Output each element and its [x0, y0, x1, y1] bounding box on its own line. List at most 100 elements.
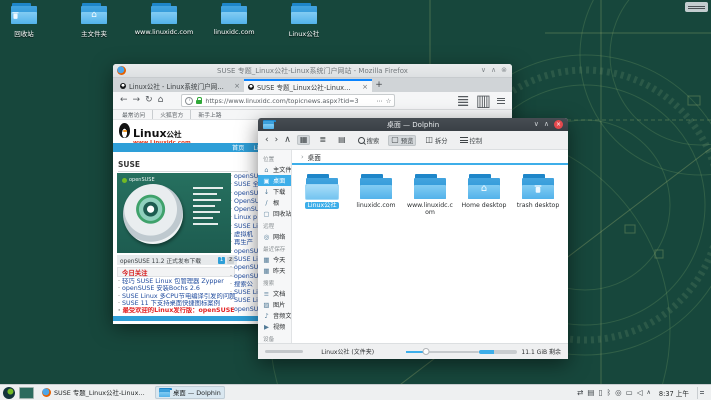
desktop-icon-www-linuxidc[interactable]: www.linuxidc.com [132, 3, 196, 38]
tab-suse-topic[interactable]: SUSE 专题_Linux公社-Linux… × [244, 79, 372, 92]
site-nav-item[interactable]: 首页 [232, 143, 244, 152]
bluetooth-icon[interactable]: ᛒ [607, 389, 612, 397]
breadcrumb[interactable]: › 桌面 [292, 150, 568, 165]
recent-today[interactable]: ▦今天 [258, 254, 291, 265]
folder-trash-icon [11, 3, 37, 24]
preview-icon: ▢ [391, 136, 399, 144]
place-downloads[interactable]: ↓下载 [258, 186, 291, 197]
tab-close-icon[interactable]: × [362, 83, 368, 91]
dolphin-titlebar[interactable]: 桌面 — Dolphin ∨ ∧ × [258, 118, 568, 131]
forward-icon[interactable]: → [133, 96, 141, 105]
sidebar-toggle-icon[interactable]: ▥ [476, 91, 491, 110]
file-linuxidc[interactable]: linuxidc.com [353, 174, 399, 209]
place-home[interactable]: ⌂主文件夹 [258, 164, 291, 175]
opensuse-dvd-disc-image [123, 184, 183, 244]
task-firefox[interactable]: SUSE 专题_Linux公社-Linux系统门… [38, 386, 151, 399]
volume-icon[interactable]: ◁ [637, 389, 643, 397]
zoom-slider[interactable] [406, 348, 479, 355]
desktop-icon-home[interactable]: ⌂ 主文件夹 [62, 3, 126, 38]
bookmark-star-icon[interactable]: ☆ [386, 97, 392, 105]
breadcrumb-desktop[interactable]: 桌面 [308, 152, 321, 162]
zoom-slider-knob[interactable] [422, 348, 429, 355]
split-button[interactable]: ◫拆分 [422, 135, 450, 146]
site-info-icon[interactable]: i [185, 97, 193, 105]
place-root[interactable]: ∕根 [258, 197, 291, 208]
file-home-desktop[interactable]: ⌂ Home desktop [461, 174, 507, 209]
places-scrollbar[interactable] [265, 350, 303, 353]
maximize-button[interactable]: ∧ [491, 67, 496, 74]
tab-linux-gongshe[interactable]: Linux公社 - Linux系统门户网… × [116, 79, 244, 92]
file-www-linuxidc[interactable]: www.linuxidc.com [407, 174, 453, 216]
place-network[interactable]: ◎网络 [258, 231, 291, 242]
display-icon[interactable]: ▭ [626, 389, 633, 397]
library-icon[interactable]: ≣ [456, 91, 469, 110]
close-button[interactable]: ⊗ [501, 67, 507, 74]
task-dolphin[interactable]: 桌面 — Dolphin [155, 386, 225, 399]
desktop-toolbox-button[interactable] [685, 2, 708, 12]
back-icon[interactable]: ← [120, 96, 128, 105]
desktop-icon-linuxidc[interactable]: linuxidc.com [202, 3, 266, 38]
sync-icon[interactable]: ⇄ [577, 389, 583, 397]
new-tab-button[interactable]: + [372, 79, 386, 92]
taskbar-panel: SUSE 专题_Linux公社-Linux系统门… 桌面 — Dolphin ⇄… [0, 384, 711, 400]
search-icon [358, 137, 365, 144]
bookmark-item[interactable]: 火狐官方 [152, 110, 183, 119]
maximize-button[interactable]: ∧ [544, 121, 549, 128]
article-link-hot[interactable]: 最受欢迎的Linux发行版：openSUSE 11. [118, 307, 236, 314]
bookmark-item[interactable]: 最常访问 [122, 110, 145, 119]
bookmark-item[interactable]: 新手上路 [190, 110, 221, 119]
battery-icon[interactable]: ▯ [598, 389, 602, 397]
url-text: https://www.linuxidc.com/topicnews.aspx?… [205, 97, 373, 105]
folder-home-icon: ⌂ [81, 3, 107, 24]
article-link[interactable]: openSUSE 安装Bochs 2.6 [118, 285, 236, 292]
reload-icon[interactable]: ↻ [145, 96, 153, 105]
pager-1-button[interactable]: 1 [218, 257, 225, 264]
place-trash[interactable]: ▢回收站 [258, 208, 291, 219]
view-details-button[interactable]: ▤ [335, 135, 349, 145]
place-desktop[interactable]: ▣桌面 [258, 175, 291, 186]
search-audio[interactable]: ♪音频文件 [258, 310, 291, 321]
image-icon: ▨ [263, 301, 270, 309]
search-button[interactable]: 搜索 [355, 135, 383, 146]
minimize-button[interactable]: ∨ [481, 67, 486, 74]
desktop-icon-linux-gongshe[interactable]: Linux公社 [272, 3, 336, 38]
url-bar[interactable]: i https://www.linuxidc.com/topicnews.asp… [181, 94, 395, 107]
article-link[interactable]: SUSE Linux 多CPU节电编译引发的问题 [118, 293, 236, 300]
virtual-desktop-pager[interactable] [19, 387, 34, 399]
file-trash-desktop[interactable]: trash desktop [515, 174, 561, 209]
preview-button[interactable]: ▢预览 [388, 135, 416, 146]
document-icon: ≡ [263, 290, 270, 298]
file-linux-gongshe[interactable]: Linux公社 [299, 174, 345, 209]
application-launcher-icon[interactable] [3, 387, 15, 399]
tray-expand-icon[interactable]: ∧ [647, 390, 651, 396]
article-link[interactable]: SUSE 11 下支持桌面快捷图标案例 [118, 300, 236, 307]
view-compact-button[interactable]: ≣ [316, 135, 329, 145]
clipboard-icon[interactable]: ▤ [587, 389, 594, 397]
panel-edge-handle[interactable] [697, 387, 708, 399]
forward-icon[interactable]: › [275, 136, 279, 145]
firefox-titlebar[interactable]: SUSE 专题_Linux公社-Linux系统门户网站 - Mozilla Fi… [113, 64, 512, 78]
digital-clock[interactable]: 8:37 上午 [659, 388, 689, 398]
feature-caption[interactable]: openSUSE 11.2 正式发布下载 [120, 256, 216, 265]
disc-icon[interactable]: ◎ [615, 389, 622, 397]
view-icons-button[interactable]: ▦ [297, 135, 311, 145]
tab-close-icon[interactable]: × [234, 82, 240, 90]
firefox-window-title: SUSE 专题_Linux公社-Linux系统门户网站 - Mozilla Fi… [217, 66, 408, 76]
article-link[interactable]: 轻巧 SUSE Linux 包管理器 Zypper [118, 278, 236, 285]
folder-icon [151, 3, 177, 24]
search-images[interactable]: ▨图片 [258, 299, 291, 310]
back-icon[interactable]: ‹ [265, 136, 269, 145]
up-icon[interactable]: ∧ [284, 136, 291, 145]
search-documents[interactable]: ≡文档 [258, 288, 291, 299]
close-button[interactable]: × [554, 120, 563, 129]
menu-hamburger-icon[interactable] [497, 98, 505, 104]
control-button[interactable]: 控制 [457, 135, 486, 146]
search-videos[interactable]: ▶视频 [258, 321, 291, 332]
desktop-icon-trash[interactable]: 回收站 [0, 3, 56, 38]
minimize-button[interactable]: ∨ [534, 121, 539, 128]
firefox-nav-bar: ← → ↻ ⌂ i https://www.linuxidc.com/topic… [113, 92, 512, 110]
page-actions-icon[interactable]: ⋯ [376, 97, 382, 105]
details-view-icon: ▤ [338, 136, 346, 144]
home-icon[interactable]: ⌂ [158, 96, 164, 105]
recent-yesterday[interactable]: ▦昨天 [258, 265, 291, 276]
